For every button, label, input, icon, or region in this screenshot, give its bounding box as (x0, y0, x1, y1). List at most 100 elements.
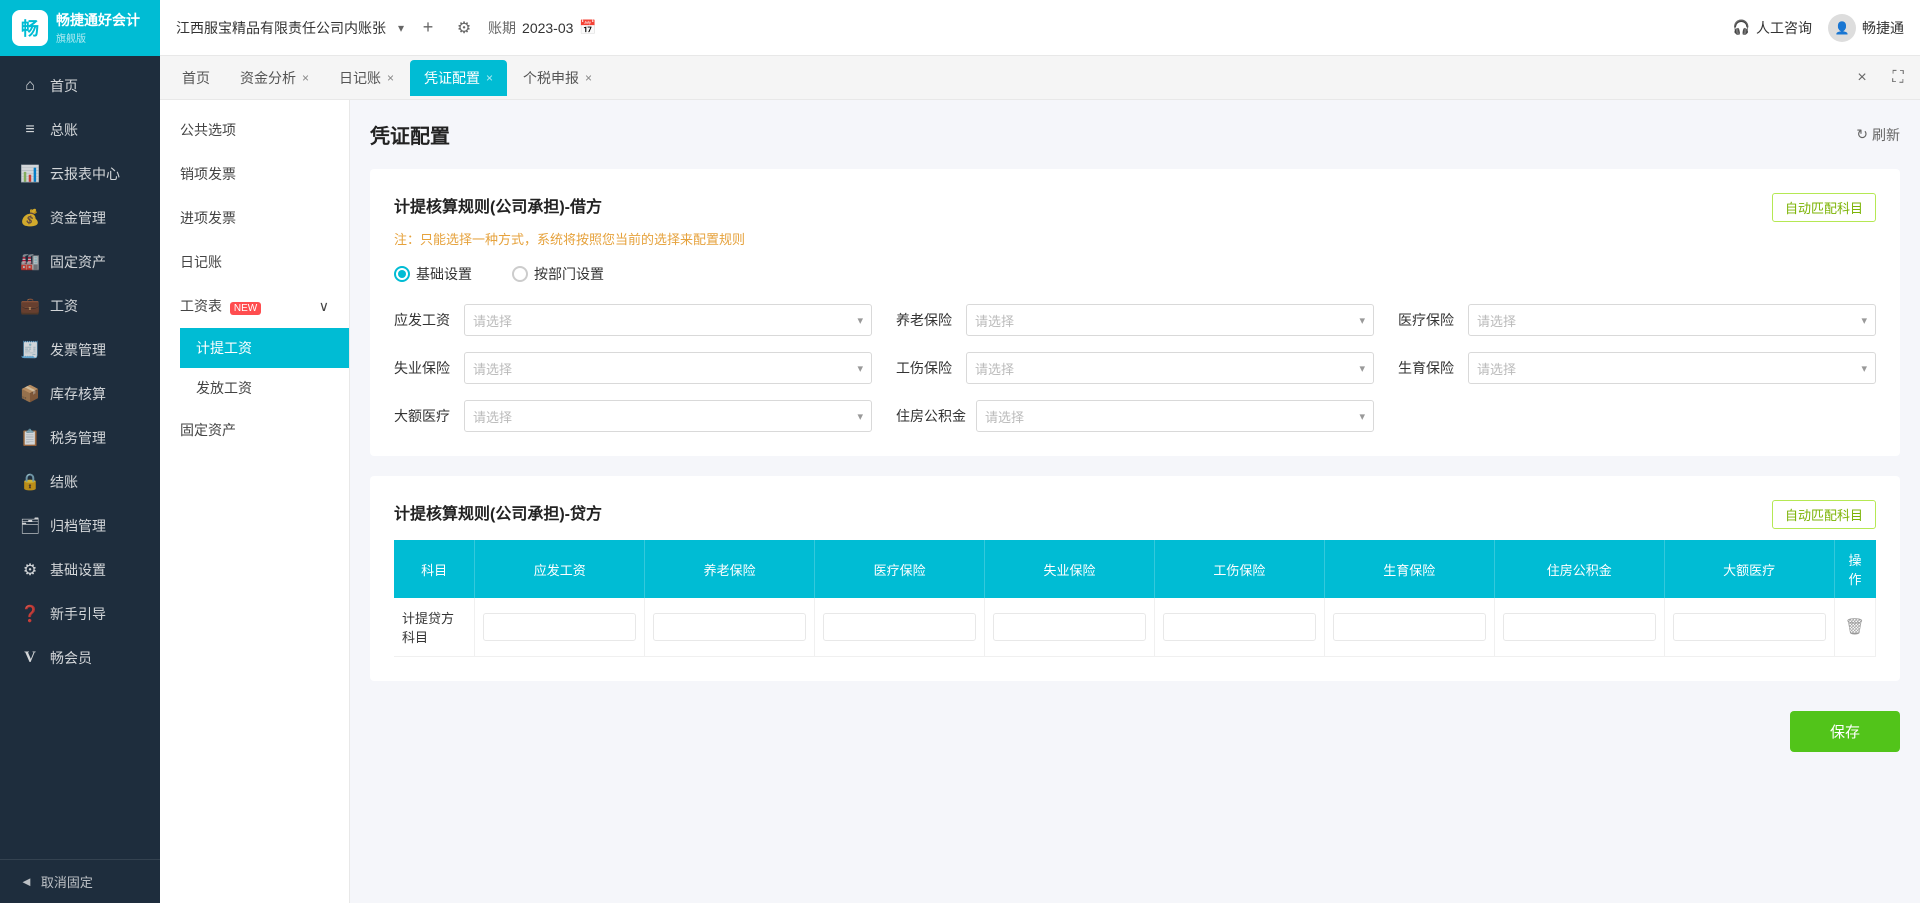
input-yanglao[interactable] (653, 613, 806, 641)
sidebar-item-closing[interactable]: 🔒 结账 (0, 460, 160, 504)
sidebar-nav: ⌂ 首页 ≡ 总账 📊 云报表中心 💰 资金管理 🏭 固定资产 💼 工资 🧾 发… (0, 56, 160, 859)
field-zhufang-select[interactable]: 请选择 ▾ (976, 400, 1374, 432)
sidebar-item-funds[interactable]: 💰 资金管理 (0, 196, 160, 240)
tab-funds[interactable]: 资金分析 × (226, 60, 323, 96)
dropdown-arrow-icon: ▾ (1359, 362, 1365, 375)
home-icon: ⌂ (20, 77, 40, 95)
pay-salary-label: 发放工资 (196, 380, 252, 396)
sidebar-item-invoice[interactable]: 🧾 发票管理 (0, 328, 160, 372)
input-yiliao[interactable] (823, 613, 976, 641)
sidebar-item-inventory[interactable]: 📦 库存核算 (0, 372, 160, 416)
new-badge: NEW (230, 302, 261, 315)
col-daeyiliao: 大额医疗 (1664, 540, 1834, 598)
radio-basic[interactable]: 基础设置 (394, 264, 472, 284)
left-menu-salary-table[interactable]: 工资表 NEW ∨ (160, 284, 349, 328)
debit-auto-match-btn[interactable]: 自动匹配科目 (1772, 193, 1876, 222)
field-gongshang-label: 工伤保险 (896, 358, 956, 378)
sidebar-item-salary[interactable]: 💼 工资 (0, 284, 160, 328)
field-yingfa-select[interactable]: 请选择 ▾ (464, 304, 872, 336)
ledger-icon: ≡ (20, 121, 40, 139)
close-window-btn[interactable]: × (1848, 64, 1876, 92)
add-company-btn[interactable]: + (416, 16, 440, 40)
tab-voucher[interactable]: 凭证配置 × (410, 60, 507, 96)
field-daeyiliao: 大额医疗 请选择 ▾ (394, 400, 872, 432)
expand-window-btn[interactable]: ⛶ (1884, 64, 1912, 92)
tab-journal-close[interactable]: × (387, 71, 394, 85)
period-label: 账期 (488, 18, 516, 38)
chevron-down-icon: ∨ (319, 298, 329, 315)
left-menu-pay-salary[interactable]: 发放工资 (180, 368, 349, 408)
refresh-icon: ↻ (1856, 126, 1868, 143)
tab-tax-close[interactable]: × (585, 71, 592, 85)
sidebar-item-home[interactable]: ⌂ 首页 (0, 64, 160, 108)
col-yingfa: 应发工资 (475, 540, 645, 598)
dropdown-arrow-icon: ▾ (1861, 314, 1867, 327)
page-header: 凭证配置 ↻ 刷新 (370, 120, 1900, 149)
settings-gear-icon[interactable]: ⚙ (452, 16, 476, 40)
sidebar-item-settings[interactable]: ⚙ 基础设置 (0, 548, 160, 592)
field-shiye: 失业保险 请选择 ▾ (394, 352, 872, 384)
input-yingfa[interactable] (483, 613, 636, 641)
field-gongshang-select[interactable]: 请选择 ▾ (966, 352, 1374, 384)
field-daeyiliao-select[interactable]: 请选择 ▾ (464, 400, 872, 432)
field-yanglao-select[interactable]: 请选择 ▾ (966, 304, 1374, 336)
vip-icon: V (20, 649, 40, 667)
field-zhufang: 住房公积金 请选择 ▾ (896, 400, 1374, 432)
sidebar-item-tax[interactable]: 📋 税务管理 (0, 416, 160, 460)
field-shengyu-select[interactable]: 请选择 ▾ (1468, 352, 1876, 384)
sidebar-item-label: 云报表中心 (50, 164, 120, 184)
credit-table: 科目 应发工资 养老保险 医疗保险 失业保险 工伤保险 生育保险 住房公积金 大… (394, 540, 1876, 657)
sidebar-item-label: 税务管理 (50, 428, 106, 448)
sidebar: 畅 畅捷通好会计 旗舰版 ⌂ 首页 ≡ 总账 📊 云报表中心 💰 资金管理 🏭 … (0, 0, 160, 903)
field-shiye-label: 失业保险 (394, 358, 454, 378)
sidebar-item-archive[interactable]: 🗂 归档管理 (0, 504, 160, 548)
left-menu-public[interactable]: 公共选项 (160, 108, 349, 152)
left-menu-sales[interactable]: 销项发票 (160, 152, 349, 196)
tab-journal[interactable]: 日记账 × (325, 60, 408, 96)
sidebar-item-guide[interactable]: ❓ 新手引导 (0, 592, 160, 636)
save-button[interactable]: 保存 (1790, 711, 1900, 752)
app-logo-icon: 畅 (12, 10, 48, 46)
closing-icon: 🔒 (20, 472, 40, 492)
dropdown-arrow-icon: ▾ (1359, 314, 1365, 327)
tab-tax[interactable]: 个税申报 × (509, 60, 606, 96)
field-shiye-select[interactable]: 请选择 ▾ (464, 352, 872, 384)
dropdown-arrow-icon: ▾ (1861, 362, 1867, 375)
field-zhufang-label: 住房公积金 (896, 406, 966, 426)
tab-home[interactable]: 首页 (168, 60, 224, 96)
cell-daeyiliao (1664, 598, 1834, 657)
sidebar-item-label: 结账 (50, 472, 78, 492)
field-yiliao-select[interactable]: 请选择 ▾ (1468, 304, 1876, 336)
tab-voucher-close[interactable]: × (486, 71, 493, 85)
left-menu-journal[interactable]: 日记账 (160, 240, 349, 284)
field-daeyiliao-label: 大额医疗 (394, 406, 454, 426)
period-value[interactable]: 2023-03 (522, 20, 573, 36)
company-dropdown-icon[interactable]: ▾ (398, 21, 404, 35)
sidebar-item-general[interactable]: ≡ 总账 (0, 108, 160, 152)
field-yanglao-label: 养老保险 (896, 310, 956, 330)
tab-funds-close[interactable]: × (302, 71, 309, 85)
avatar: 👤 (1828, 14, 1856, 42)
calendar-icon[interactable]: 📅 (579, 19, 596, 36)
input-shiye[interactable] (993, 613, 1146, 641)
service-btn[interactable]: 🎧 人工咨询 (1733, 18, 1812, 38)
input-shengyu[interactable] (1333, 613, 1486, 641)
sidebar-item-label: 工资 (50, 296, 78, 316)
sidebar-item-reports[interactable]: 📊 云报表中心 (0, 152, 160, 196)
refresh-btn[interactable]: ↻ 刷新 (1856, 125, 1900, 145)
cancel-pin-btn[interactable]: ◄ 取消固定 (0, 859, 160, 903)
radio-dept[interactable]: 按部门设置 (512, 264, 604, 284)
sidebar-logo: 畅 畅捷通好会计 旗舰版 (0, 0, 160, 56)
left-menu-fixed-assets[interactable]: 固定资产 (160, 408, 349, 452)
left-menu-purchase[interactable]: 进项发票 (160, 196, 349, 240)
input-zhufang[interactable] (1503, 613, 1656, 641)
sidebar-item-assets[interactable]: 🏭 固定资产 (0, 240, 160, 284)
delete-row-btn[interactable]: 🗑 (1845, 619, 1865, 636)
tab-tax-label: 个税申报 (523, 68, 579, 88)
input-gongshang[interactable] (1163, 613, 1316, 641)
user-menu[interactable]: 👤 畅捷通 (1828, 14, 1904, 42)
input-daeyiliao[interactable] (1673, 613, 1826, 641)
credit-auto-match-btn[interactable]: 自动匹配科目 (1772, 500, 1876, 529)
left-menu-advance-salary[interactable]: 计提工资 (180, 328, 349, 368)
sidebar-item-vip[interactable]: V 畅会员 (0, 636, 160, 680)
